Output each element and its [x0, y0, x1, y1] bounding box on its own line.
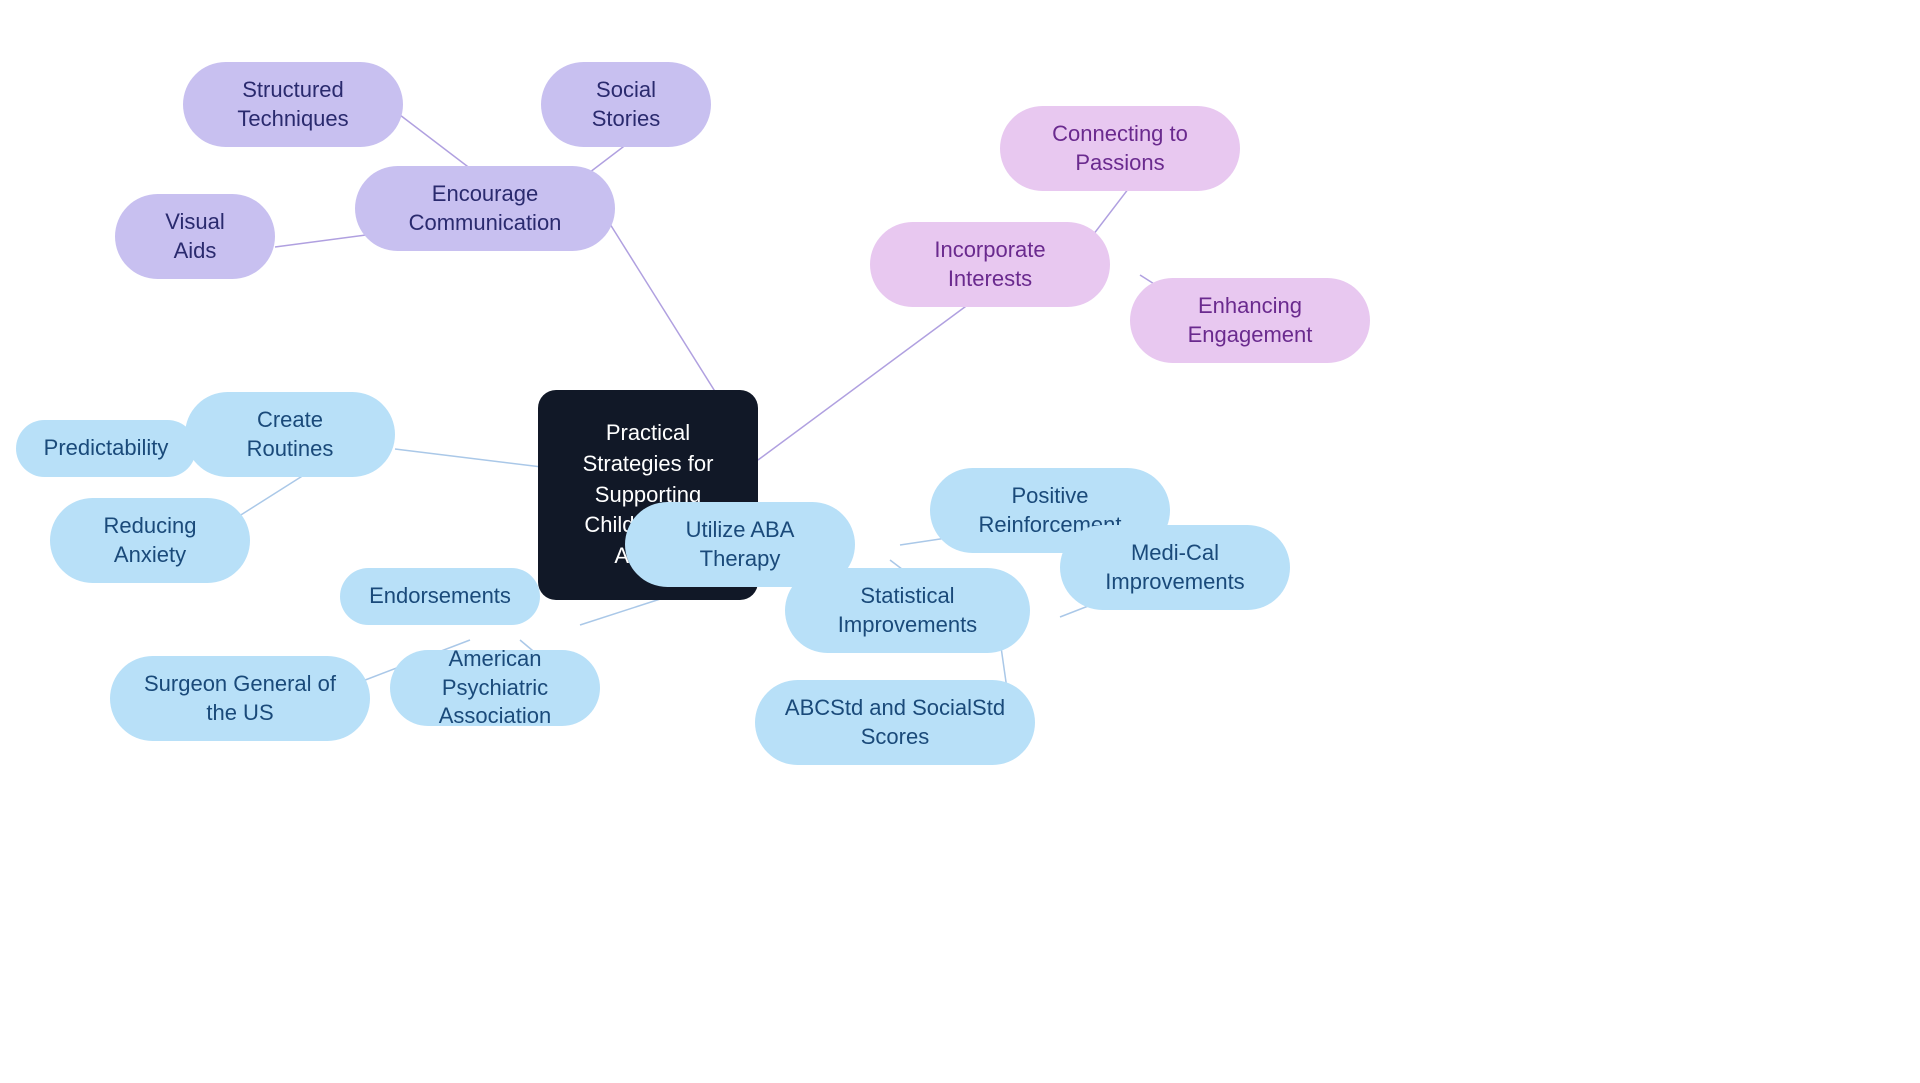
node-incorporate-interests[interactable]: Incorporate Interests — [870, 222, 1110, 307]
node-enhancing-engagement[interactable]: Enhancing Engagement — [1130, 278, 1370, 363]
node-social-stories[interactable]: Social Stories — [541, 62, 711, 147]
node-connecting-to-passions[interactable]: Connecting to Passions — [1000, 106, 1240, 191]
node-surgeon-general[interactable]: Surgeon General of the US — [110, 656, 370, 741]
node-predictability[interactable]: Predictability — [16, 420, 196, 477]
node-structured-techniques[interactable]: Structured Techniques — [183, 62, 403, 147]
node-visual-aids[interactable]: Visual Aids — [115, 194, 275, 279]
node-medi-cal[interactable]: Medi-Cal Improvements — [1060, 525, 1290, 610]
node-endorsements[interactable]: Endorsements — [340, 568, 540, 625]
node-reducing-anxiety[interactable]: Reducing Anxiety — [50, 498, 250, 583]
node-american-psychiatric[interactable]: American Psychiatric Association — [390, 650, 600, 726]
node-abcstd[interactable]: ABCStd and SocialStd Scores — [755, 680, 1035, 765]
node-create-routines[interactable]: Create Routines — [185, 392, 395, 477]
mind-map-canvas: Practical Strategies for Supporting Chil… — [0, 0, 1920, 1083]
node-encourage-communication[interactable]: Encourage Communication — [355, 166, 615, 251]
node-statistical-improvements[interactable]: Statistical Improvements — [785, 568, 1030, 653]
